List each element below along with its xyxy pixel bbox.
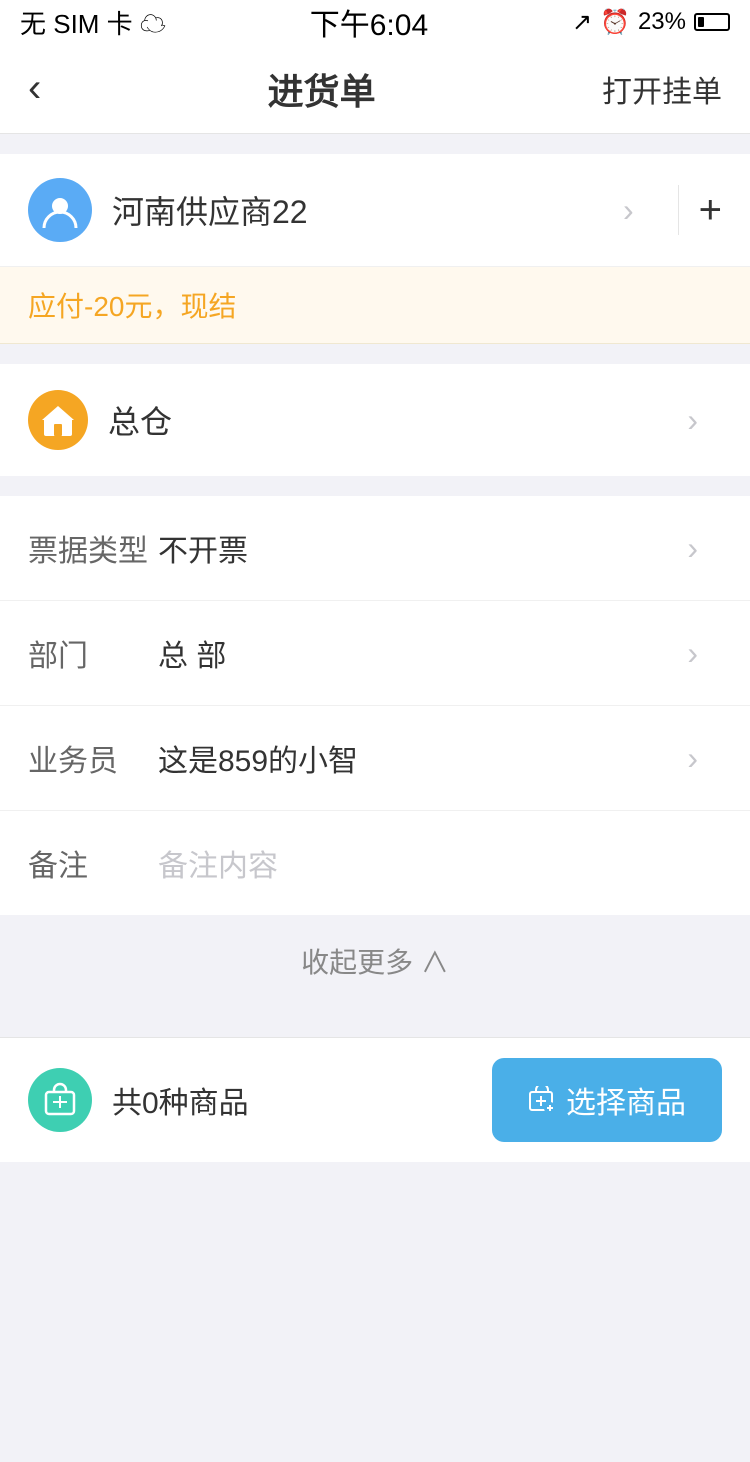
select-product-label: 选择商品 bbox=[566, 1078, 686, 1122]
nav-bar: ‹ 进货单 打开挂单 bbox=[0, 44, 750, 134]
invoice-label: 票据类型 bbox=[28, 526, 158, 570]
battery-icon bbox=[694, 13, 730, 31]
invoice-value: 不开票 bbox=[158, 526, 687, 570]
remark-label: 备注 bbox=[28, 841, 158, 885]
select-product-button[interactable]: 选择商品 bbox=[492, 1058, 722, 1142]
open-pending-button[interactable]: 打开挂单 bbox=[602, 67, 722, 111]
form-section: 票据类型 不开票 › 部门 总 部 › 业务员 这是859的小智 › 备注 备注… bbox=[0, 496, 750, 915]
collapse-label: 收起更多 ∧ bbox=[301, 941, 449, 981]
sales-chevron-icon: › bbox=[687, 740, 698, 777]
dept-chevron-icon: › bbox=[687, 635, 698, 672]
back-button[interactable]: ‹ bbox=[28, 66, 41, 111]
supplier-row[interactable]: 河南供应商22 › + bbox=[0, 154, 750, 267]
remark-input[interactable]: 备注内容 bbox=[158, 841, 722, 885]
status-time: 下午6:04 bbox=[310, 0, 428, 44]
bottom-bar: 共0种商品 选择商品 bbox=[0, 1037, 750, 1162]
sim-label: 无 SIM 卡 ☁ bbox=[20, 4, 166, 41]
section-gap-3 bbox=[0, 476, 750, 496]
sales-label: 业务员 bbox=[28, 736, 158, 780]
supplier-avatar bbox=[28, 178, 92, 242]
invoice-type-row[interactable]: 票据类型 不开票 › bbox=[0, 496, 750, 600]
section-gap-1 bbox=[0, 134, 750, 154]
supplier-name: 河南供应商22 bbox=[112, 187, 623, 233]
add-supplier-button[interactable]: + bbox=[699, 188, 722, 233]
warehouse-chevron-icon: › bbox=[687, 402, 698, 439]
product-icon-wrap bbox=[28, 1068, 92, 1132]
product-count-label: 共0种商品 bbox=[112, 1078, 472, 1122]
battery-label: 23% bbox=[638, 8, 686, 36]
remark-row[interactable]: 备注 备注内容 bbox=[0, 810, 750, 915]
notice-text: 应付-20元，现结 bbox=[28, 291, 236, 322]
dept-label: 部门 bbox=[28, 631, 158, 675]
alarm-icon: ⏰ bbox=[600, 8, 630, 37]
invoice-chevron-icon: › bbox=[687, 530, 698, 567]
sales-value: 这是859的小智 bbox=[158, 736, 687, 780]
warehouse-name: 总仓 bbox=[108, 397, 687, 443]
location-icon: ↗ bbox=[572, 8, 592, 37]
warehouse-icon bbox=[28, 390, 88, 450]
dept-value: 总 部 bbox=[158, 631, 687, 675]
status-right: ↗ ⏰ 23% bbox=[572, 8, 730, 37]
vertical-divider bbox=[678, 185, 679, 235]
warehouse-section: 总仓 › bbox=[0, 364, 750, 476]
supplier-chevron-icon: › bbox=[623, 192, 634, 229]
section-gap-4 bbox=[0, 1007, 750, 1037]
collapse-toggle[interactable]: 收起更多 ∧ bbox=[0, 915, 750, 1007]
notice-bar: 应付-20元，现结 bbox=[0, 267, 750, 344]
page-title: 进货单 bbox=[268, 63, 376, 115]
section-gap-2 bbox=[0, 344, 750, 364]
status-bar: 无 SIM 卡 ☁ 下午6:04 ↗ ⏰ 23% bbox=[0, 0, 750, 44]
dept-row[interactable]: 部门 总 部 › bbox=[0, 600, 750, 705]
sales-row[interactable]: 业务员 这是859的小智 › bbox=[0, 705, 750, 810]
page-background bbox=[0, 1162, 750, 1462]
status-left: 无 SIM 卡 ☁ bbox=[20, 4, 166, 41]
supplier-section: 河南供应商22 › + 应付-20元，现结 bbox=[0, 154, 750, 344]
warehouse-row[interactable]: 总仓 › bbox=[0, 364, 750, 476]
